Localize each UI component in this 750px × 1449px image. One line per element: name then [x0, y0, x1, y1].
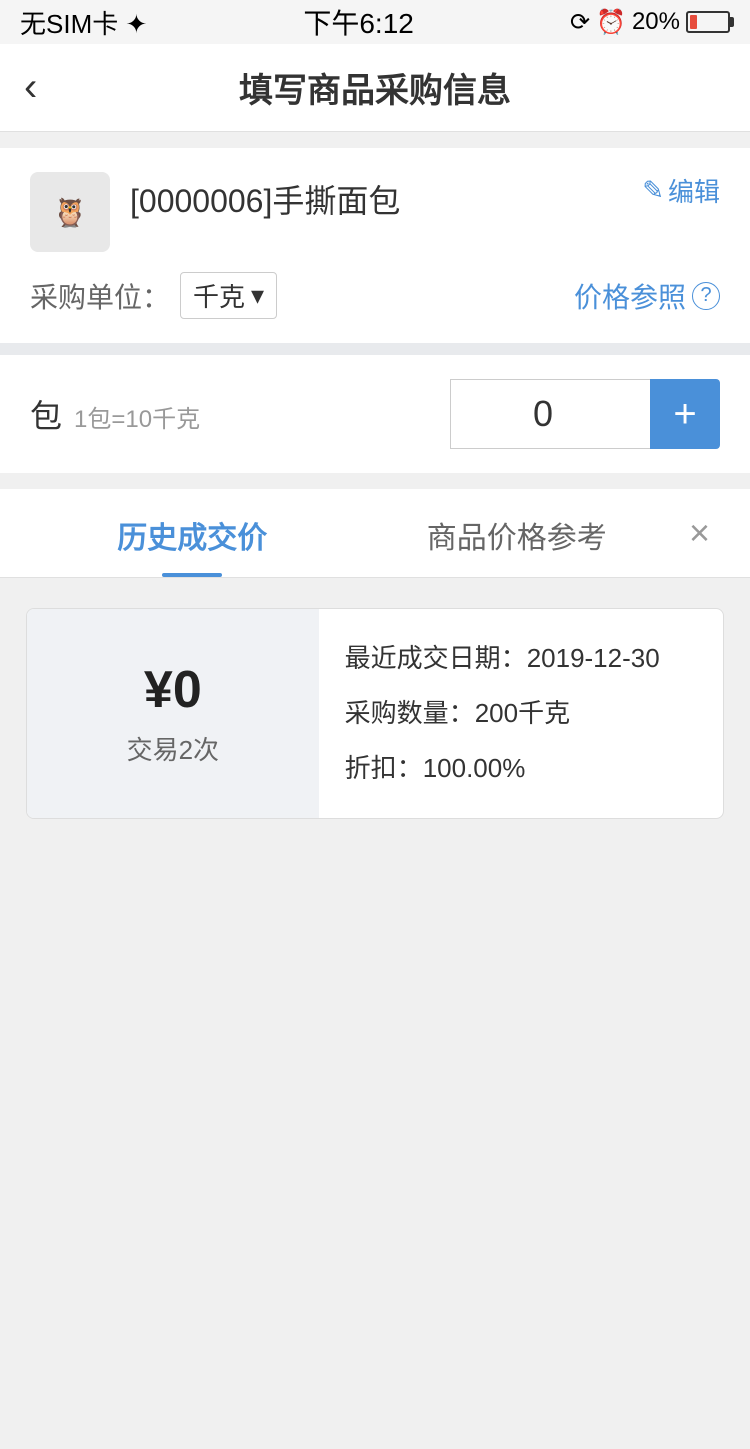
- quantity-input-wrap: +: [450, 379, 720, 449]
- date-label: 最近成交日期：: [345, 643, 527, 673]
- trade-qty-row: 采购数量：200千克: [345, 694, 697, 733]
- price-ref-button[interactable]: 价格参照 ?: [574, 276, 720, 316]
- tab1-label: 历史成交价: [117, 522, 267, 555]
- edit-button[interactable]: ✎ 编辑: [642, 172, 720, 209]
- unit-selector[interactable]: 千克 ▾: [180, 272, 277, 319]
- trade-count: 交易2次: [127, 730, 219, 767]
- tab2-label: 商品价格参考: [427, 522, 607, 555]
- discount-label: 折扣：: [345, 753, 423, 783]
- currency-symbol: ¥: [144, 661, 173, 719]
- carrier-text: 无SIM卡 ✦: [20, 4, 147, 41]
- quantity-left: 包 1包=10千克: [30, 391, 200, 437]
- discount-value: 100.00%: [423, 753, 526, 783]
- price-ref-label: 价格参照: [574, 276, 686, 316]
- status-time: 下午6:12: [303, 2, 414, 42]
- price-value: 0: [173, 661, 202, 719]
- status-bar: 无SIM卡 ✦ 下午6:12 ⟳ ⏰ 20%: [0, 0, 750, 44]
- product-logo: 🦉: [30, 172, 110, 252]
- trade-card-right: 最近成交日期：2019-12-30 采购数量：200千克 折扣：100.00%: [319, 609, 723, 818]
- back-button[interactable]: ‹: [24, 65, 37, 110]
- edit-label: 编辑: [668, 172, 720, 209]
- qty-label: 采购数量：: [345, 698, 475, 728]
- product-card: 🦉 [0000006]手撕面包 ✎ 编辑 采购单位： 千克 ▾ 价格参照 ?: [0, 148, 750, 343]
- qty-value: 200千克: [475, 698, 570, 728]
- trade-card: ¥0 交易2次 最近成交日期：2019-12-30 采购数量：200千克 折扣：…: [26, 608, 724, 819]
- help-icon: ?: [692, 282, 720, 310]
- status-left: 无SIM卡 ✦: [20, 4, 147, 41]
- product-name: [0000006]手撕面包: [130, 172, 400, 222]
- product-bottom: 采购单位： 千克 ▾ 价格参照 ?: [30, 272, 720, 319]
- product-top: 🦉 [0000006]手撕面包 ✎ 编辑: [30, 172, 720, 252]
- trade-price: ¥0: [144, 660, 202, 720]
- edit-pencil-icon: ✎: [642, 175, 664, 206]
- unit-label: 包: [30, 391, 62, 437]
- product-left: 🦉 [0000006]手撕面包: [30, 172, 400, 252]
- tabs-bar: 历史成交价 商品价格参考 ×: [0, 489, 750, 578]
- tab-price-ref[interactable]: 商品价格参考: [354, 489, 678, 577]
- trade-card-left: ¥0 交易2次: [27, 609, 319, 818]
- status-right: ⟳ ⏰ 20%: [570, 8, 730, 37]
- trade-discount-row: 折扣：100.00%: [345, 749, 697, 788]
- page-title: 填写商品采购信息: [239, 63, 511, 112]
- logo-icon: 🦉: [53, 196, 88, 229]
- trade-date-row: 最近成交日期：2019-12-30: [345, 639, 697, 678]
- location-icon: ⟳: [570, 8, 590, 37]
- quantity-row: 包 1包=10千克 +: [0, 355, 750, 473]
- unit-hint: 1包=10千克: [74, 399, 200, 434]
- date-value: 2019-12-30: [527, 643, 660, 673]
- quantity-plus-button[interactable]: +: [650, 379, 720, 449]
- battery-pct: 20%: [632, 8, 680, 36]
- nav-bar: ‹ 填写商品采购信息: [0, 44, 750, 132]
- content-area: [0, 849, 750, 1449]
- tab-history-price[interactable]: 历史成交价: [30, 489, 354, 577]
- alarm-icon: ⏰: [596, 8, 626, 37]
- purchase-unit-label: 采购单位：: [30, 276, 170, 316]
- unit-value: 千克: [193, 277, 245, 314]
- unit-arrow-icon: ▾: [251, 280, 264, 311]
- purchase-unit: 采购单位： 千克 ▾: [30, 272, 277, 319]
- close-button[interactable]: ×: [679, 512, 720, 554]
- section-divider: [0, 343, 750, 355]
- quantity-input[interactable]: [450, 379, 650, 449]
- battery-icon: [686, 11, 730, 33]
- tab-active-indicator: [162, 573, 222, 577]
